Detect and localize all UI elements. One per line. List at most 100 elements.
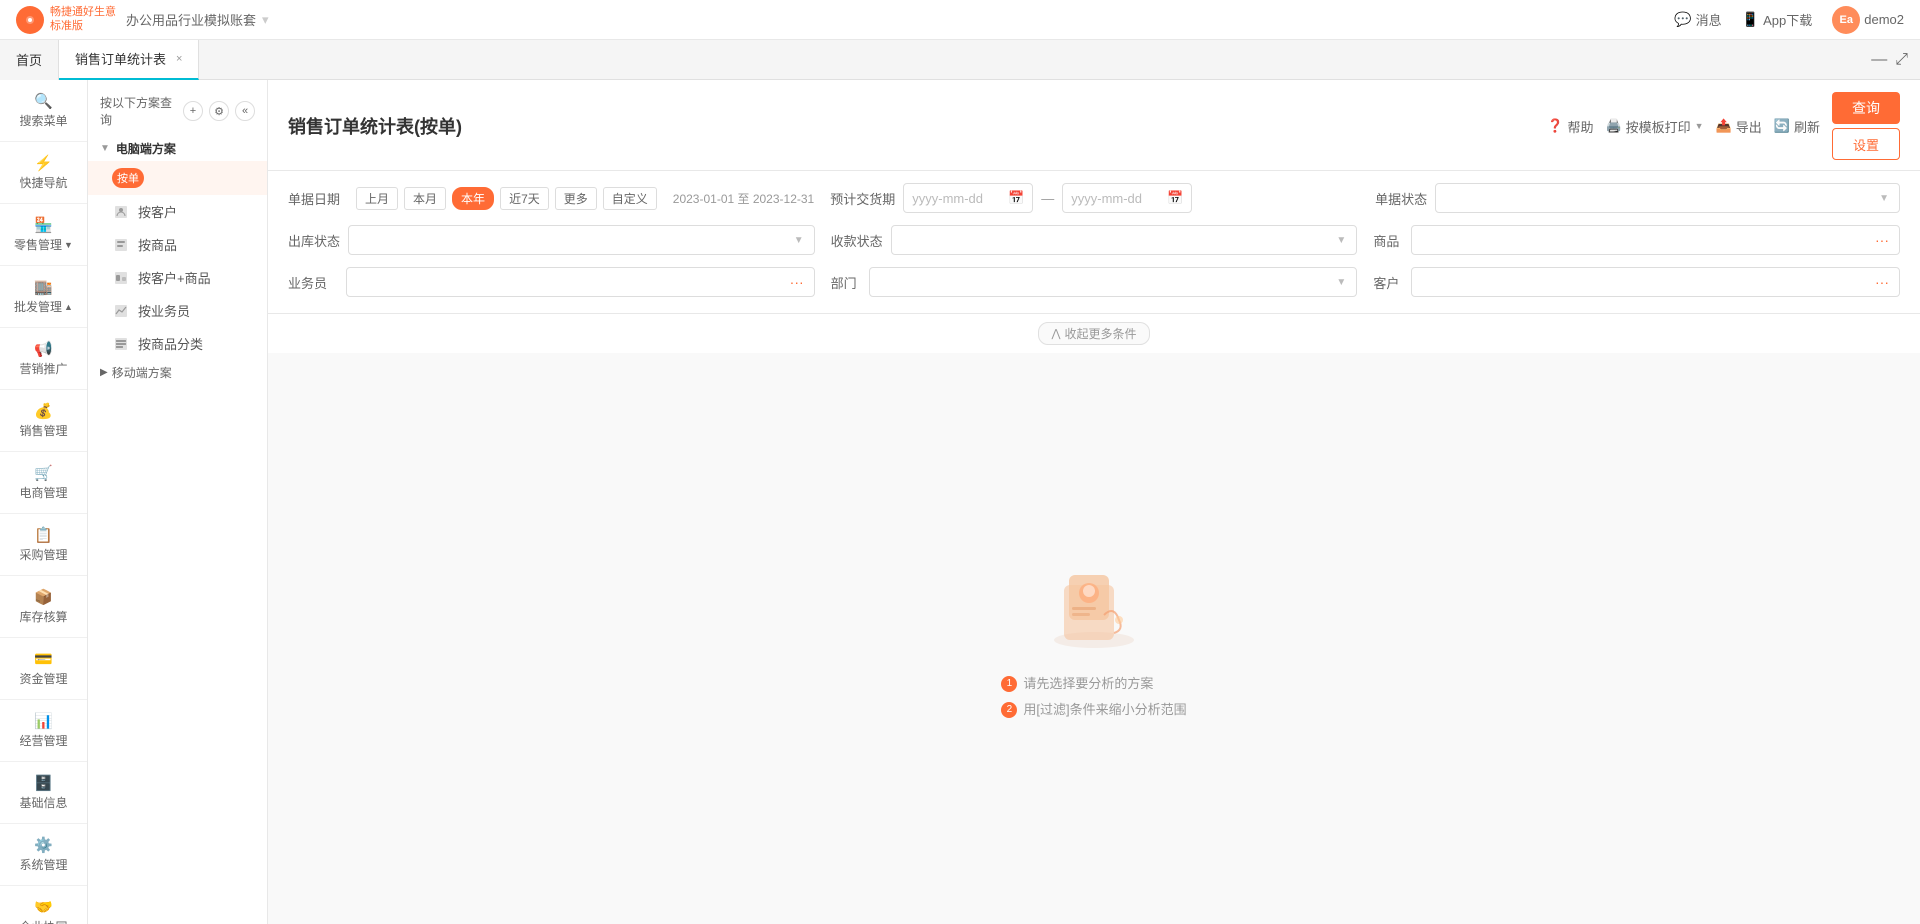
date-7days-btn[interactable]: 近7天 [500,187,549,210]
sidebar-item-basic[interactable]: 🗄️ 基础信息 [0,762,87,824]
sidebar-item-search-menu[interactable]: 🔍 搜索菜单 [0,80,87,142]
sidebar-item-system[interactable]: ⚙️ 系统管理 [0,824,87,886]
scheme-section-pc-arrow: ▼ [100,143,110,154]
sidebar-item-wholesale[interactable]: 🏬 批发管理 ▲ [0,266,87,328]
export-btn[interactable]: 📤 导出 [1716,117,1762,136]
window-maximize-btn[interactable]: ⤢ [1895,51,1908,69]
ecommerce-icon: 🛒 [4,464,83,482]
message-btn[interactable]: 💬 消息 [1674,10,1721,29]
bill-status-select[interactable]: ▼ [1435,183,1900,213]
app-download-btn[interactable]: 📱 App下载 [1742,10,1813,29]
scheme-add-btn[interactable]: + [183,101,203,121]
empty-illustration [1034,555,1154,655]
scheme-item-by-salesperson[interactable]: 按业务员 [88,294,267,327]
tab-bar-actions: — ⤢ [1871,51,1920,69]
scheme-item-by-customer[interactable]: 按客户 [88,195,267,228]
scheme-section-mobile[interactable]: ▶ 移动端方案 [88,360,267,385]
refresh-btn[interactable]: 🔄 刷新 [1774,117,1820,136]
ship-status-select[interactable]: ▼ [348,225,815,255]
sidebar-item-coop[interactable]: 🤝 企业协同 [0,886,87,924]
retail-icon: 🏪 [4,216,83,234]
payment-status-dropdown-icon: ▼ [1336,235,1346,246]
scheme-panel: 按以下方案查询 + ⚙ « ▼ 电脑端方案 [88,80,268,924]
print-icon: 🖨️ [1605,118,1621,134]
customer-more-icon[interactable]: ··· [1875,274,1889,290]
ship-status-label: 出库状态 [288,231,340,250]
payment-status-label: 收款状态 [831,231,883,250]
page-header-top: 销售订单统计表(按单) ❓ 帮助 🖨️ 按模板打印 ▼ 📤 [288,92,1900,160]
date-quick-btns: 上月 本月 本年 近7天 更多 自定义 [356,187,657,210]
help-btn[interactable]: ❓ 帮助 [1547,117,1593,136]
retail-arrow-icon: ▼ [64,240,73,250]
calendar-from-icon: 📅 [1008,190,1024,206]
logo-area: 畅捷通好生意 标准版 [16,6,116,34]
sidebar-item-purchase[interactable]: 📋 采购管理 [0,514,87,576]
date-current-month-btn[interactable]: 本月 [404,187,446,210]
coop-icon: 🤝 [4,898,83,916]
expected-date-from-input[interactable]: yyyy-mm-dd 📅 [903,183,1033,213]
export-icon: 📤 [1716,118,1732,134]
tab-home[interactable]: 首页 [0,40,59,80]
expected-date-to-input[interactable]: yyyy-mm-dd 📅 [1062,183,1192,213]
sidebar-item-retail[interactable]: 🏪 零售管理 ▼ [0,204,87,266]
date-custom-btn[interactable]: 自定义 [603,187,657,210]
collapse-more-btn[interactable]: ⋀ 收起更多条件 [1038,322,1149,345]
date-current-year-btn[interactable]: 本年 [452,187,494,210]
quick-nav-icon: ⚡ [4,154,83,172]
breadcrumb[interactable]: 办公用品行业模拟账套 ▾ [126,10,269,29]
sidebar-item-sales[interactable]: 💰 销售管理 [0,390,87,452]
search-icon: 🔍 [4,92,83,110]
filter-row-date: 单据日期 上月 本月 本年 近7天 更多 自定义 2023-01-01 至 20… [288,183,1900,213]
sidebar-item-inventory[interactable]: 📦 库存核算 [0,576,87,638]
print-dropdown-icon: ▼ [1695,121,1704,131]
scheme-header-actions: + ⚙ « [183,101,255,121]
product-label: 商品 [1373,231,1403,250]
tab-sales-order-stats[interactable]: 销售订单统计表 × [59,40,199,80]
window-minimize-btn[interactable]: — [1871,51,1887,69]
sidebar-item-marketing[interactable]: 📢 营销推广 [0,328,87,390]
date-more-btn[interactable]: 更多 [555,187,597,210]
wholesale-icon: 🏬 [4,278,83,296]
scheme-settings-btn[interactable]: ⚙ [209,101,229,121]
bill-status-label: 单据状态 [1375,189,1427,208]
salesperson-more-icon[interactable]: ··· [790,274,804,290]
customer-scheme-icon [112,203,130,221]
dept-select[interactable]: ▼ [869,267,1358,297]
tab-bar: 首页 销售订单统计表 × — ⤢ [0,40,1920,80]
inventory-icon: 📦 [4,588,83,606]
scheme-item-by-product-category[interactable]: 按商品分类 [88,327,267,360]
scheme-item-by-order[interactable]: 按单 [88,161,267,195]
salesperson-input[interactable]: ··· [346,267,815,297]
date-range-text: 2023-01-01 至 2023-12-31 [673,190,814,207]
scheme-active-badge: 按单 [112,168,144,188]
tab-close-btn[interactable]: × [176,53,182,65]
bill-status-dropdown-icon: ▼ [1879,193,1889,204]
filter-product: 商品 ··· [1373,225,1900,255]
salesperson-label: 业务员 [288,273,338,292]
payment-status-select[interactable]: ▼ [891,225,1358,255]
filter-customer: 客户 ··· [1373,267,1900,297]
logo-icon [16,6,44,34]
sales-icon: 💰 [4,402,83,420]
sidebar-item-finance[interactable]: 💳 资金管理 [0,638,87,700]
user-profile[interactable]: Ea demo2 [1832,6,1904,34]
filter-payment-status: 收款状态 ▼ [831,225,1358,255]
salesperson-scheme-icon [112,302,130,320]
scheme-item-by-product[interactable]: 按商品 [88,228,267,261]
sidebar-item-operation[interactable]: 📊 经营管理 [0,700,87,762]
filter-row-2: 出库状态 ▼ 收款状态 ▼ 商品 [288,225,1900,255]
search-btn[interactable]: 查询 [1832,92,1900,124]
sidebar-item-quick-nav[interactable]: ⚡ 快捷导航 [0,142,87,204]
product-input[interactable]: ··· [1411,225,1900,255]
customer-input[interactable]: ··· [1411,267,1900,297]
setting-btn[interactable]: 设置 [1832,128,1900,160]
scheme-collapse-btn[interactable]: « [235,101,255,121]
logo-text: 畅捷通好生意 标准版 [50,6,116,32]
print-btn[interactable]: 🖨️ 按模板打印 ▼ [1605,117,1703,136]
sidebar-item-ecommerce[interactable]: 🛒 电商管理 [0,452,87,514]
empty-state: 1 请先选择要分析的方案 2 用[过滤]条件来缩小分析范围 [268,353,1920,924]
scheme-item-by-customer-product[interactable]: 按客户+商品 [88,261,267,294]
scheme-section-pc[interactable]: ▼ 电脑端方案 [88,136,267,161]
date-prev-month-btn[interactable]: 上月 [356,187,398,210]
product-more-icon[interactable]: ··· [1875,232,1889,248]
